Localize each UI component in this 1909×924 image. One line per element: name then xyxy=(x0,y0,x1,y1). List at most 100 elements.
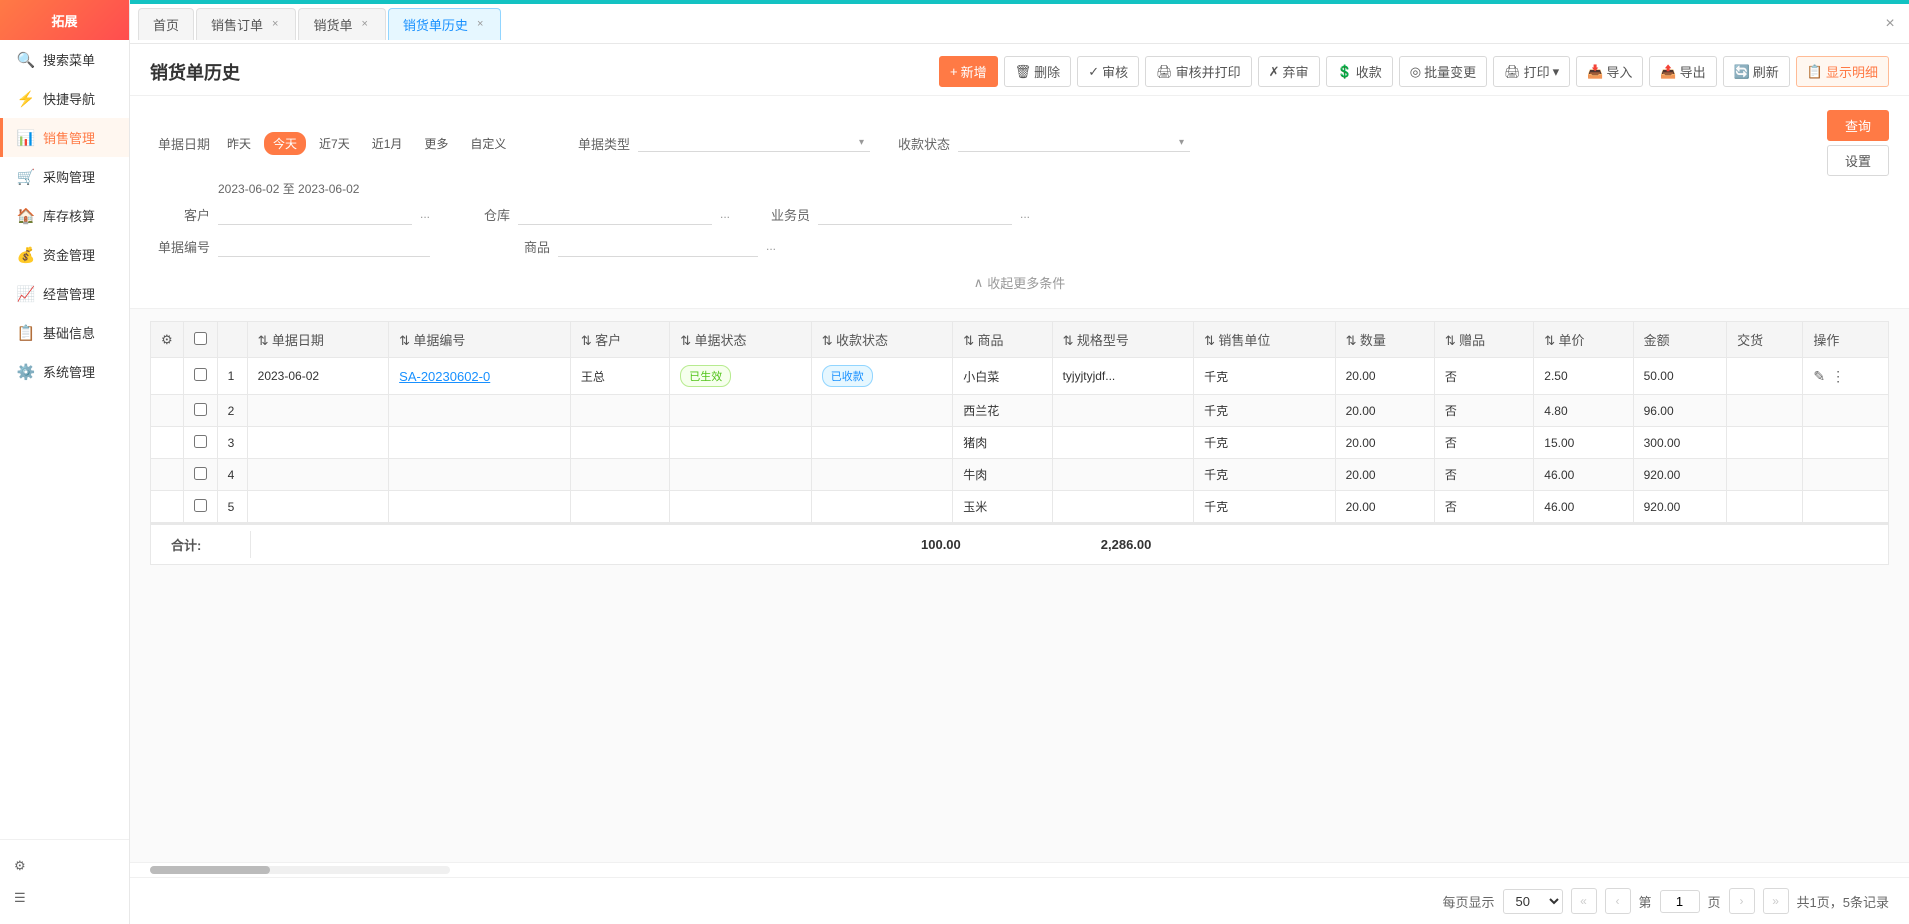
date-7days-btn[interactable]: 近7天 xyxy=(310,132,359,155)
filter-salesperson-field: 业务员 ... xyxy=(750,203,1030,225)
cell-check[interactable] xyxy=(183,395,217,427)
prev-page-button[interactable]: ‹ xyxy=(1605,888,1631,914)
column-doc-status[interactable]: ⇅ 单据状态 xyxy=(670,322,812,358)
date-custom-btn[interactable]: 自定义 xyxy=(461,132,515,155)
first-page-button[interactable]: « xyxy=(1571,888,1597,914)
sidebar-item-quick-nav[interactable]: ⚡ 快捷导航 xyxy=(0,79,129,118)
page-size-select[interactable]: 20 50 100 xyxy=(1503,889,1563,914)
column-goods[interactable]: ⇅ 商品 xyxy=(953,322,1052,358)
column-gift[interactable]: ⇅ 赠品 xyxy=(1434,322,1533,358)
salesperson-input[interactable] xyxy=(818,203,1012,225)
column-qty[interactable]: ⇅ 数量 xyxy=(1335,322,1434,358)
delete-button[interactable]: 🗑 删除 xyxy=(1004,56,1072,87)
sidebar-bottom-item-2[interactable]: ☰ xyxy=(0,882,129,914)
show-details-button[interactable]: 📋 显示明细 xyxy=(1796,56,1889,87)
cell-check[interactable] xyxy=(183,491,217,523)
column-customer[interactable]: ⇅ 客户 xyxy=(570,322,669,358)
sidebar-item-operations-mgmt[interactable]: 📈 经营管理 xyxy=(0,274,129,313)
import-button[interactable]: 📥 导入 xyxy=(1576,56,1643,87)
goods-input[interactable] xyxy=(558,235,758,257)
print-button[interactable]: 🖨 打印 ▾ xyxy=(1493,56,1570,87)
sidebar-item-basic-info[interactable]: 📋 基础信息 xyxy=(0,313,129,352)
query-button[interactable]: 查询 xyxy=(1827,110,1889,141)
sidebar-item-sales-mgmt[interactable]: 📊 销售管理 xyxy=(0,118,129,157)
collapse-button[interactable]: ∧ 收起更多条件 xyxy=(150,267,1889,298)
customer-input[interactable] xyxy=(218,203,412,225)
cell-actions[interactable] xyxy=(1803,395,1889,427)
tab-close-sales-history[interactable]: × xyxy=(474,17,486,31)
warehouse-ellipsis-btn[interactable]: ... xyxy=(720,207,730,221)
row-checkbox[interactable] xyxy=(194,499,207,512)
doc-no-link[interactable]: SA-20230602-0 xyxy=(399,369,490,384)
page-number-input[interactable] xyxy=(1660,890,1700,913)
sidebar-item-system-mgmt[interactable]: ⚙️ 系统管理 xyxy=(0,352,129,391)
tab-home[interactable]: 首页 xyxy=(138,8,194,40)
column-unit[interactable]: ⇅ 销售单位 xyxy=(1194,322,1336,358)
sidebar-item-purchase-mgmt[interactable]: 🛒 采购管理 xyxy=(0,157,129,196)
tab-sales-goods[interactable]: 销货单 × xyxy=(298,8,385,40)
tab-close-sales-order[interactable]: × xyxy=(269,17,281,31)
settings-gear-icon[interactable]: ⚙ xyxy=(161,332,173,347)
audit-button[interactable]: ✓ 审核 xyxy=(1077,56,1139,87)
column-doc-no[interactable]: ⇅ 单据编号 xyxy=(389,322,571,358)
abandon-button[interactable]: ✗ 弃审 xyxy=(1258,56,1320,87)
cell-actions[interactable] xyxy=(1803,459,1889,491)
scrollbar-thumb[interactable] xyxy=(150,866,270,874)
sidebar-item-label: 快捷导航 xyxy=(43,89,95,108)
cell-check[interactable] xyxy=(183,459,217,491)
column-gear[interactable]: ⚙ xyxy=(151,322,184,358)
sidebar-item-inventory[interactable]: 🏠 库存核算 xyxy=(0,196,129,235)
row-checkbox[interactable] xyxy=(194,435,207,448)
date-more-btn[interactable]: 更多 xyxy=(415,132,457,155)
edit-icon[interactable]: ✎ xyxy=(1813,368,1825,385)
date-today-btn[interactable]: 今天 xyxy=(264,132,306,155)
refresh-button[interactable]: 🔄 刷新 xyxy=(1723,56,1790,87)
audit-print-button[interactable]: 🖨 审核并打印 xyxy=(1145,56,1252,87)
cell-doc-no[interactable] xyxy=(389,395,571,427)
collect-button[interactable]: 💲 收款 xyxy=(1326,56,1393,87)
column-spec[interactable]: ⇅ 规格型号 xyxy=(1052,322,1194,358)
goods-ellipsis-btn[interactable]: ... xyxy=(766,239,776,253)
tab-sales-history[interactable]: 销货单历史 × xyxy=(388,8,501,40)
cell-check[interactable] xyxy=(183,358,217,395)
batch-change-button[interactable]: ◎ 批量变更 xyxy=(1399,56,1487,87)
scrollbar-track[interactable] xyxy=(150,866,450,874)
cell-actions[interactable] xyxy=(1803,427,1889,459)
cell-check[interactable] xyxy=(183,427,217,459)
warehouse-input[interactable] xyxy=(518,203,712,225)
filter-settings-button[interactable]: 设置 xyxy=(1827,145,1889,176)
row-checkbox[interactable] xyxy=(194,467,207,480)
payment-status-select[interactable]: ▾ xyxy=(958,134,1190,152)
column-payment-status[interactable]: ⇅ 收款状态 xyxy=(811,322,953,358)
sidebar-item-finance-mgmt[interactable]: 💰 资金管理 xyxy=(0,235,129,274)
more-icon[interactable]: ⋮ xyxy=(1831,368,1845,385)
cell-actions[interactable] xyxy=(1803,491,1889,523)
docno-input[interactable] xyxy=(218,235,430,257)
date-yesterday-btn[interactable]: 昨天 xyxy=(218,132,260,155)
cell-doc-no[interactable]: SA-20230602-0 xyxy=(389,358,571,395)
tab-close-sales-goods[interactable]: × xyxy=(358,17,370,31)
salesperson-ellipsis-btn[interactable]: ... xyxy=(1020,207,1030,221)
customer-ellipsis-btn[interactable]: ... xyxy=(420,207,430,221)
cell-payment-status: 已收款 xyxy=(811,358,953,395)
add-button[interactable]: + 新增 xyxy=(939,56,998,87)
tab-sales-order[interactable]: 销售订单 × xyxy=(196,8,296,40)
cell-doc-no[interactable] xyxy=(389,459,571,491)
cell-doc-no[interactable] xyxy=(389,491,571,523)
row-checkbox[interactable] xyxy=(194,368,207,381)
select-all-checkbox[interactable] xyxy=(194,332,207,345)
next-page-button[interactable]: › xyxy=(1729,888,1755,914)
collapse-up-icon: ∧ xyxy=(974,275,984,291)
cell-actions[interactable]: ✎⋮ xyxy=(1803,358,1889,395)
window-close-button[interactable]: × xyxy=(1879,13,1901,35)
doctype-select[interactable]: ▾ xyxy=(638,134,870,152)
sidebar-item-search-menu[interactable]: 🔍 搜索菜单 xyxy=(0,40,129,79)
last-page-button[interactable]: » xyxy=(1763,888,1789,914)
cell-doc-no[interactable] xyxy=(389,427,571,459)
date-1month-btn[interactable]: 近1月 xyxy=(363,132,412,155)
export-button[interactable]: 📤 导出 xyxy=(1649,56,1716,87)
row-checkbox[interactable] xyxy=(194,403,207,416)
column-price[interactable]: ⇅ 单价 xyxy=(1534,322,1633,358)
sidebar-bottom-item-1[interactable]: ⚙ xyxy=(0,850,129,882)
column-doc-date[interactable]: ⇅ 单据日期 xyxy=(247,322,389,358)
